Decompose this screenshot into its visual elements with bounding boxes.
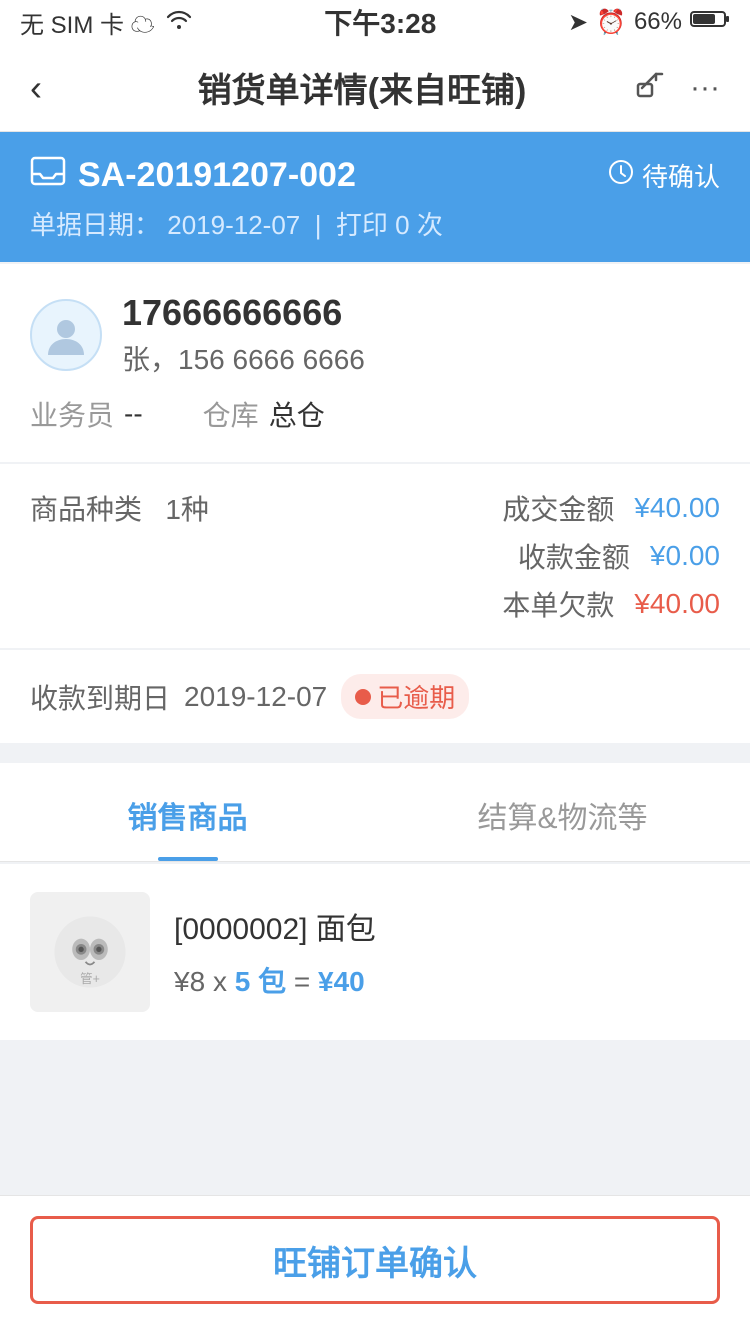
- product-name: [0000002] 面包: [174, 904, 720, 948]
- nav-bar: ‹ 销货单详情(来自旺铺) ···: [0, 44, 750, 132]
- more-icon[interactable]: ···: [690, 71, 720, 105]
- owed-amount-value: ¥40.00: [634, 588, 720, 620]
- salesman-field: 业务员 --: [30, 394, 143, 434]
- overdue-dot-icon: [355, 689, 371, 705]
- status-left: 无 SIM 卡 ☁: [20, 5, 193, 40]
- tabs-container: 销售商品 结算&物流等: [0, 763, 750, 862]
- warehouse-field: 仓库 总仓: [203, 394, 325, 434]
- deal-amount-row: 成交金额 ¥40.00: [502, 488, 720, 528]
- customer-meta: 业务员 -- 仓库 总仓: [30, 394, 720, 434]
- wifi-icon: [165, 8, 193, 36]
- avatar: [30, 299, 102, 371]
- nav-actions: ···: [634, 66, 720, 110]
- battery-level: 66%: [634, 8, 682, 36]
- product-quantity: 5 包: [235, 966, 294, 997]
- order-status: 待确认: [608, 157, 720, 194]
- product-image: 管+: [30, 892, 150, 1012]
- warehouse-label: 仓库: [203, 394, 259, 434]
- warehouse-value: 总仓: [269, 394, 325, 434]
- customer-name: 张，156 6666 6666: [122, 338, 365, 378]
- confirm-order-button[interactable]: 旺铺订单确认: [30, 1216, 720, 1304]
- spacer: [0, 1040, 750, 1180]
- table-row: 管+ [0000002] 面包 ¥8 x 5 包 = ¥40: [0, 864, 750, 1040]
- tab-settlement[interactable]: 结算&物流等: [375, 763, 750, 861]
- share-icon[interactable]: [634, 66, 670, 110]
- customer-phone: 17666666666: [122, 292, 365, 334]
- bottom-bar: 旺铺订单确认: [0, 1195, 750, 1334]
- page-title: 销货单详情(来自旺铺): [198, 63, 527, 112]
- order-header: SA-20191207-002 待确认 单据日期： 2019-12-07 | 打…: [0, 132, 750, 262]
- back-button[interactable]: ‹: [30, 67, 90, 109]
- product-total: ¥40: [318, 966, 365, 997]
- received-amount-value: ¥0.00: [650, 540, 720, 572]
- status-bar: 无 SIM 卡 ☁ 下午3:28 ➤ ⏰ 66%: [0, 0, 750, 44]
- received-amount-row: 收款金额 ¥0.00: [518, 536, 720, 576]
- deal-amount-value: ¥40.00: [634, 492, 720, 524]
- inbox-icon: [30, 156, 66, 195]
- alarm-icon: ⏰: [596, 8, 626, 37]
- customer-info: 17666666666 张，156 6666 6666: [122, 292, 365, 378]
- svg-text:管+: 管+: [80, 971, 100, 986]
- owed-amount-row: 本单欠款 ¥40.00: [502, 584, 720, 624]
- duedate-label: 收款到期日: [30, 677, 170, 717]
- customer-card: 17666666666 张，156 6666 6666 业务员 -- 仓库 总仓: [0, 264, 750, 462]
- status-time: 下午3:28: [324, 2, 436, 42]
- order-date: 单据日期： 2019-12-07 | 打印 0 次: [30, 205, 720, 242]
- salesman-label: 业务员: [30, 394, 114, 434]
- product-list: 管+ [0000002] 面包 ¥8 x 5 包 = ¥40: [0, 864, 750, 1040]
- salesman-value: --: [124, 398, 143, 430]
- product-kind-value: 1种: [165, 494, 209, 525]
- owed-amount-label: 本单欠款: [502, 584, 614, 624]
- battery-icon: [690, 8, 730, 36]
- order-id: SA-20191207-002: [30, 156, 356, 195]
- overdue-text: 已逾期: [377, 678, 455, 715]
- clock-icon: [608, 159, 634, 192]
- deal-amount-label: 成交金额: [502, 488, 614, 528]
- product-kind-label: 商品种类: [30, 494, 142, 525]
- duedate-value: 2019-12-07: [184, 681, 327, 713]
- status-right: ➤ ⏰ 66%: [568, 8, 730, 37]
- product-kind: 商品种类 1种: [30, 488, 209, 528]
- amounts-right: 成交金额 ¥40.00 收款金额 ¥0.00 本单欠款 ¥40.00: [502, 488, 720, 624]
- received-amount-label: 收款金额: [518, 536, 630, 576]
- tab-sales-product[interactable]: 销售商品: [0, 763, 375, 861]
- amounts-card: 商品种类 1种 成交金额 ¥40.00 收款金额 ¥0.00 本单欠款 ¥40.…: [0, 464, 750, 648]
- sim-status: 无 SIM 卡 ☁: [20, 5, 155, 40]
- overdue-badge: 已逾期: [341, 674, 469, 719]
- product-info: [0000002] 面包 ¥8 x 5 包 = ¥40: [174, 904, 720, 1000]
- location-icon: ➤: [568, 8, 588, 37]
- product-price: ¥8 x 5 包 = ¥40: [174, 960, 720, 1000]
- duedate-card: 收款到期日 2019-12-07 已逾期: [0, 650, 750, 743]
